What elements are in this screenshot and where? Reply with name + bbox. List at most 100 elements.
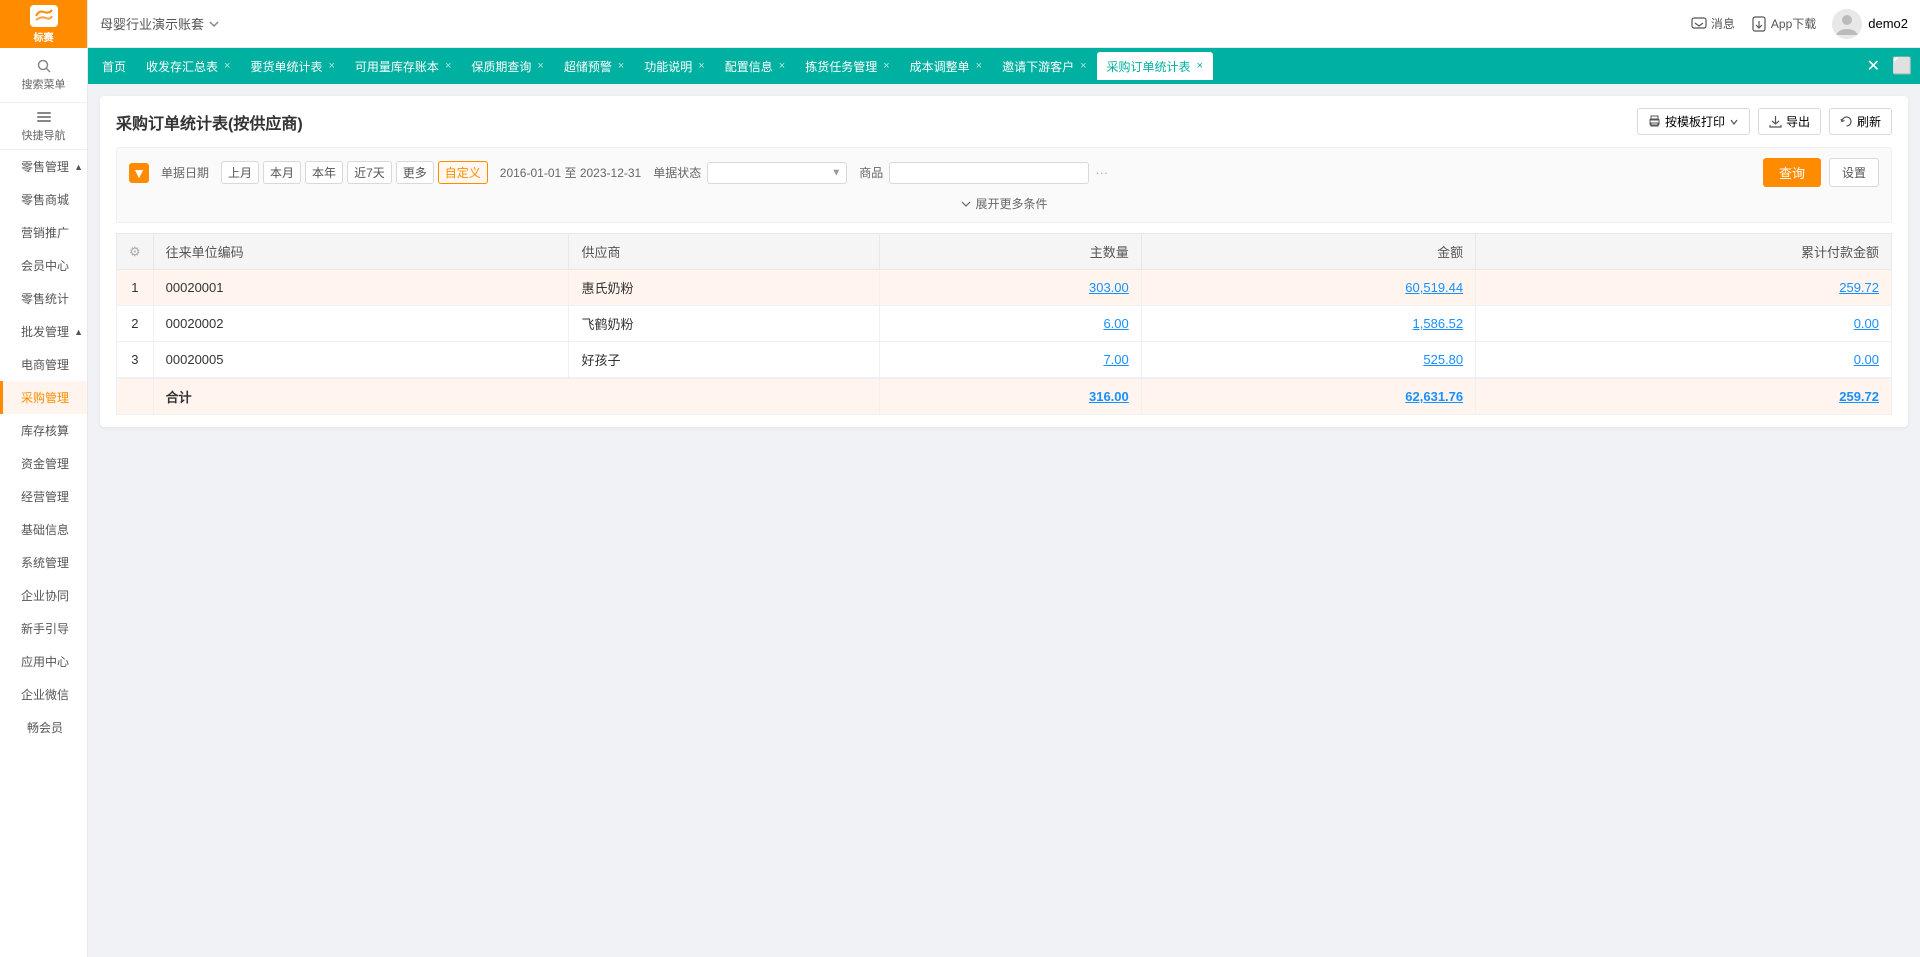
row-paid[interactable]: 0.00 xyxy=(1476,342,1892,379)
footer-qty: 316.00 xyxy=(880,378,1141,415)
workspace-selector[interactable]: 母婴行业演示账套 xyxy=(100,14,220,33)
print-chevron-icon xyxy=(1729,117,1739,127)
tab-available-stock[interactable]: 可用量库存账本× xyxy=(345,52,461,80)
sidebar-item-appstore[interactable]: 应用中心 xyxy=(0,645,87,678)
tab-close-goods-stats[interactable]: × xyxy=(328,61,334,72)
topbar-user-menu[interactable]: demo2 xyxy=(1832,9,1908,39)
sidebar-item-inventory[interactable]: 库存核算 xyxy=(0,414,87,447)
goods-input-more-icon[interactable]: ··· xyxy=(1095,165,1108,180)
tab-function[interactable]: 功能说明× xyxy=(634,52,714,80)
tab-label-collect: 收发存汇总表 xyxy=(146,58,218,75)
workspace-label: 母婴行业演示账套 xyxy=(100,14,204,33)
sidebar-item-retail-stats[interactable]: 零售统计 xyxy=(0,282,87,315)
row-supplier: 惠氏奶粉 xyxy=(569,270,880,306)
row-paid[interactable]: 259.72 xyxy=(1476,270,1892,306)
workspace-chevron-icon xyxy=(208,18,220,30)
row-paid[interactable]: 0.00 xyxy=(1476,306,1892,342)
status-select-wrap[interactable] xyxy=(707,162,847,184)
sidebar-item-retail[interactable]: 零售管理▲ xyxy=(0,150,87,183)
tab-task[interactable]: 拣货任务管理× xyxy=(795,52,899,80)
goods-filter-input[interactable] xyxy=(889,162,1089,184)
filter-goods-group: 商品 ··· xyxy=(859,162,1108,184)
tab-close-function[interactable]: × xyxy=(698,61,704,72)
topbar-app-download-button[interactable]: App下载 xyxy=(1751,15,1816,32)
sidebar-item-onboarding[interactable]: 新手引导 xyxy=(0,612,87,645)
close-all-tabs-button[interactable]: ✕ xyxy=(1863,54,1884,78)
filter-date-custom-badge: 自定义 xyxy=(438,161,488,184)
tab-close-invite[interactable]: × xyxy=(1080,61,1086,72)
tab-close-config[interactable]: × xyxy=(779,61,785,72)
tab-config[interactable]: 配置信息 × xyxy=(715,52,795,80)
sidebar-item-label-retail-shop: 零售商城 xyxy=(21,191,69,208)
tabbar: 首页收发存汇总表×要货单统计表×可用量库存账本×保质期查询×超储预警×功能说明×… xyxy=(88,48,1920,84)
sidebar-item-label-wholesale: 批发管理 xyxy=(21,323,69,340)
export-button[interactable]: 导出 xyxy=(1758,108,1821,135)
tab-cost[interactable]: 成本调整单× xyxy=(900,52,992,80)
column-settings-icon[interactable]: ⚙ xyxy=(129,244,141,259)
tab-collect[interactable]: 收发存汇总表 × xyxy=(136,52,240,80)
maximize-button[interactable]: ⬜ xyxy=(1888,54,1916,78)
message-label: 消息 xyxy=(1711,15,1735,32)
sidebar-item-enterprise[interactable]: 企业协同 xyxy=(0,579,87,612)
table-footer-row: 合计 316.00 62,631.76 259.72 xyxy=(117,378,1892,415)
topbar-message-button[interactable]: 消息 xyxy=(1691,15,1735,32)
tab-close-purchase-stats[interactable]: × xyxy=(1197,61,1203,72)
filter-date-this-month[interactable]: 本月 xyxy=(263,161,301,184)
tab-label-config: 配置信息 xyxy=(725,58,773,75)
tab-close-available-stock[interactable]: × xyxy=(445,61,451,72)
filter-date-last-month[interactable]: 上月 xyxy=(221,161,259,184)
sidebar-item-system[interactable]: 系统管理 xyxy=(0,546,87,579)
tab-home[interactable]: 首页 xyxy=(92,52,136,80)
sidebar-item-member[interactable]: 畅会员 xyxy=(0,711,87,744)
query-button[interactable]: 查询 xyxy=(1763,158,1821,187)
row-qty[interactable]: 6.00 xyxy=(880,306,1141,342)
sidebar-item-retail-shop[interactable]: 零售商城 xyxy=(0,183,87,216)
status-select[interactable] xyxy=(707,162,847,184)
sidebar-item-members[interactable]: 会员中心 xyxy=(0,249,87,282)
row-amount[interactable]: 525.80 xyxy=(1141,342,1475,379)
sidebar-item-operations[interactable]: 经营管理 xyxy=(0,480,87,513)
filter-date-7days[interactable]: 近7天 xyxy=(347,161,392,184)
tab-close-collect[interactable]: × xyxy=(224,61,230,72)
refresh-icon xyxy=(1840,115,1853,128)
tab-close-expiry[interactable]: × xyxy=(537,61,543,72)
tab-overstock[interactable]: 超储预警× xyxy=(554,52,634,80)
expand-more-conditions-button[interactable]: 展开更多条件 xyxy=(960,195,1047,212)
tab-invite[interactable]: 邀请下游客户× xyxy=(992,52,1096,80)
filter-date-this-year[interactable]: 本年 xyxy=(305,161,343,184)
tab-goods-stats[interactable]: 要货单统计表× xyxy=(240,52,344,80)
goods-filter-label: 商品 xyxy=(859,164,883,181)
tab-close-task[interactable]: × xyxy=(883,61,889,72)
tab-expiry[interactable]: 保质期查询× xyxy=(461,52,553,80)
filter-toggle-button[interactable]: ▼ xyxy=(129,163,149,183)
sidebar-logo: 标赛 xyxy=(0,0,87,48)
filter-status-group: 单据状态 xyxy=(653,162,847,184)
print-button[interactable]: 按模板打印 xyxy=(1637,108,1750,135)
row-amount[interactable]: 60,519.44 xyxy=(1141,270,1475,306)
logo-text: 标赛 xyxy=(34,29,54,44)
row-qty[interactable]: 303.00 xyxy=(880,270,1141,306)
row-qty[interactable]: 7.00 xyxy=(880,342,1141,379)
sidebar-item-label-finance: 资金管理 xyxy=(21,455,69,472)
sidebar-item-marketing[interactable]: 营销推广 xyxy=(0,216,87,249)
sidebar-nav-button[interactable]: 快捷导航 xyxy=(0,103,87,150)
table-header-code: 往来单位编码 xyxy=(153,234,569,270)
tab-close-overstock[interactable]: × xyxy=(618,61,624,72)
tab-purchase-stats[interactable]: 采购订单统计表× xyxy=(1097,52,1213,80)
sidebar-item-ecommerce[interactable]: 电商管理 xyxy=(0,348,87,381)
row-amount[interactable]: 1,586.52 xyxy=(1141,306,1475,342)
sidebar-search-button[interactable]: 搜索菜单 xyxy=(4,54,83,96)
sidebar-item-wechat[interactable]: 企业微信 xyxy=(0,678,87,711)
sidebar-item-basic-info[interactable]: 基础信息 xyxy=(0,513,87,546)
sidebar-search-section[interactable]: 搜索菜单 xyxy=(0,48,87,103)
settings-button[interactable]: 设置 xyxy=(1829,158,1879,187)
filter-date-more[interactable]: 更多 xyxy=(396,161,434,184)
sidebar-item-label-retail-stats: 零售统计 xyxy=(21,290,69,307)
sidebar-item-wholesale[interactable]: 批发管理▲ xyxy=(0,315,87,348)
table-row: 2 00020002 飞鹤奶粉 6.00 1,586.52 0.00 xyxy=(117,306,1892,342)
tab-close-cost[interactable]: × xyxy=(976,61,982,72)
sidebar-item-purchase[interactable]: 采购管理 xyxy=(0,381,87,414)
sidebar-item-finance[interactable]: 资金管理 xyxy=(0,447,87,480)
row-code: 00020005 xyxy=(153,342,569,379)
refresh-button[interactable]: 刷新 xyxy=(1829,108,1892,135)
